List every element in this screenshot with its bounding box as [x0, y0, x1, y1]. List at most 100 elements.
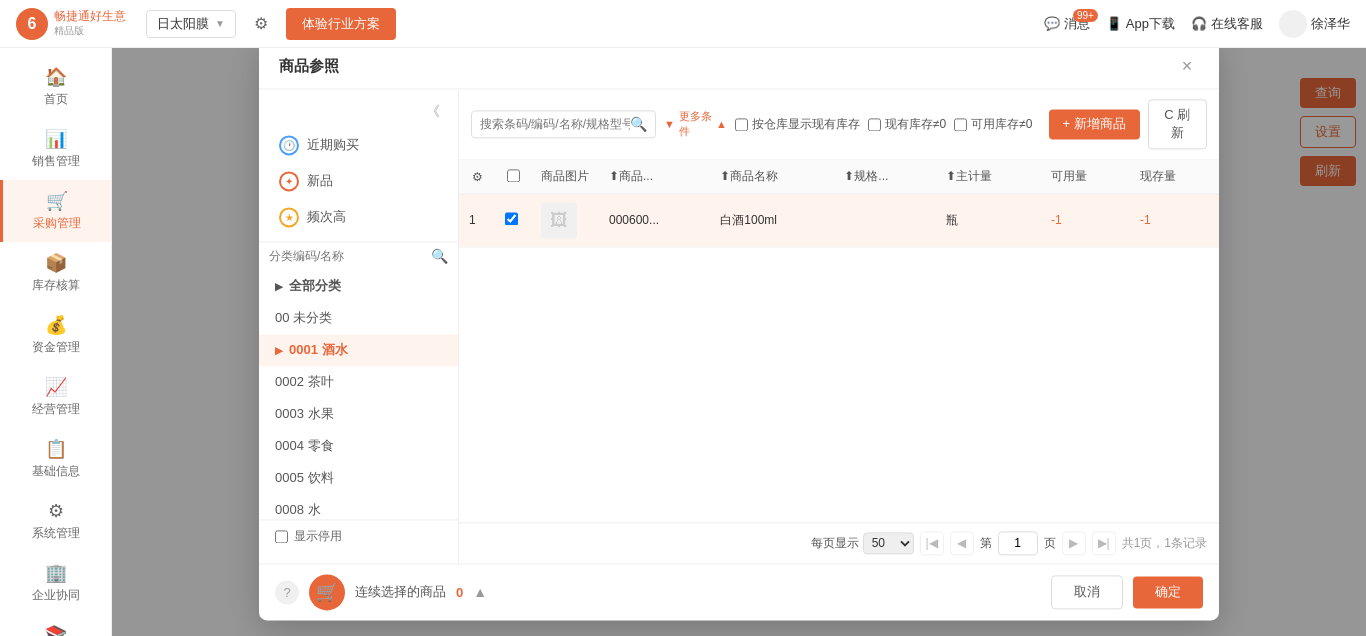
sidebar-item-inventory[interactable]: 📦 库存核算 [0, 242, 111, 304]
message-icon: 💬 [1044, 16, 1060, 31]
cart-button[interactable]: 🛒 [309, 574, 345, 610]
th-settings[interactable]: ⚙ [459, 160, 495, 194]
category-0005[interactable]: 0005 饮料 [259, 462, 458, 494]
headset-icon: 🎧 [1191, 16, 1207, 31]
online-service-button[interactable]: 🎧 在线客服 [1191, 15, 1263, 33]
category-search: 🔍 [259, 242, 458, 270]
settings-icon[interactable]: ⚙ [246, 9, 276, 39]
top-nav: 6 畅捷通好生意 精品版 日太阳膜 ▼ ⚙ 体验行业方案 💬 消息 99+ 📱 … [0, 0, 1366, 48]
category-0002[interactable]: 0002 茶叶 [259, 366, 458, 398]
filter-collapse-icon: ▲ [716, 118, 727, 130]
available-gt0-input[interactable] [954, 118, 967, 131]
product-search-input[interactable] [480, 117, 630, 131]
next-page-button[interactable]: ▶ [1062, 531, 1086, 555]
first-page-button[interactable]: |◀ [920, 531, 944, 555]
logo-area: 6 畅捷通好生意 精品版 [16, 8, 126, 40]
user-profile[interactable]: 徐泽华 [1279, 10, 1350, 38]
active-expand-icon: ▶ [275, 345, 283, 356]
row-code: 000600... [599, 194, 710, 247]
cancel-button[interactable]: 取消 [1051, 575, 1123, 609]
last-page-button[interactable]: ▶| [1092, 531, 1116, 555]
th-available: 可用量 [1041, 160, 1130, 194]
content-area: 查询 设置 刷新 商品参照 × 《 [112, 48, 1366, 636]
sidebar-item-finance[interactable]: 💰 资金管理 [0, 304, 111, 366]
show-stock-input[interactable] [735, 118, 748, 131]
page-input[interactable] [998, 531, 1038, 555]
footer-collapse-icon[interactable]: ▲ [473, 584, 487, 600]
messages-button[interactable]: 💬 消息 99+ [1044, 15, 1090, 33]
help-button[interactable]: ? [275, 580, 299, 604]
category-0008[interactable]: 0008 水 [259, 494, 458, 519]
right-panel: 🔍 ▼ 更多条件 ▲ 按仓库显示现有库存 [459, 89, 1219, 563]
show-stock-checkbox[interactable]: 按仓库显示现有库存 [735, 116, 860, 133]
sidebar-item-sales[interactable]: 📊 销售管理 [0, 118, 111, 180]
dialog-header: 商品参照 × [259, 48, 1219, 89]
sidebar-item-guide[interactable]: 📚 新手引导 [0, 614, 111, 636]
base-icon: 📋 [45, 438, 67, 460]
refresh-button[interactable]: C 刷新 [1148, 99, 1207, 149]
trial-button[interactable]: 体验行业方案 [286, 8, 396, 40]
sidebar-item-home[interactable]: 🏠 首页 [0, 56, 111, 118]
left-panel: 《 🕐 近期购买 ✦ 新品 ★ 频次高 [259, 89, 459, 563]
category-0001[interactable]: ▶ 0001 酒水 [259, 334, 458, 366]
category-search-input[interactable] [269, 249, 427, 263]
th-unit[interactable]: ⬆主计量 [936, 160, 1041, 194]
th-check [495, 160, 531, 194]
quick-recent[interactable]: 🕐 近期购买 [269, 129, 448, 161]
search-icon[interactable]: 🔍 [630, 116, 647, 132]
sidebar: 🏠 首页 📊 销售管理 🛒 采购管理 📦 库存核算 💰 资金管理 📈 经营管理 … [0, 48, 112, 636]
category-0003[interactable]: 0003 水果 [259, 398, 458, 430]
show-disabled-input[interactable] [275, 530, 288, 543]
prev-page-button[interactable]: ◀ [950, 531, 974, 555]
th-img: 商品图片 [531, 160, 599, 194]
page-size-dropdown[interactable]: 50 10 20 100 [863, 532, 914, 554]
close-button[interactable]: × [1175, 54, 1199, 78]
guide-icon: 📚 [45, 624, 67, 636]
row-name: 白酒100ml [710, 194, 834, 247]
available-ne0-checkbox[interactable]: 现有库存≠0 [868, 116, 946, 133]
product-image: 🖼 [541, 202, 577, 238]
th-spec[interactable]: ⬆规格... [834, 160, 936, 194]
quick-actions: 《 🕐 近期购买 ✦ 新品 ★ 频次高 [259, 99, 458, 242]
selected-label: 连续选择的商品 [355, 583, 446, 601]
sidebar-item-system[interactable]: ⚙ 系统管理 [0, 490, 111, 552]
home-icon: 🏠 [45, 66, 67, 88]
row-spec [834, 194, 936, 247]
sidebar-item-base[interactable]: 📋 基础信息 [0, 428, 111, 490]
app-download-button[interactable]: 📱 App下载 [1106, 15, 1175, 33]
row-check[interactable] [495, 194, 531, 247]
th-code[interactable]: ⬆商品... [599, 160, 710, 194]
nav-right: 💬 消息 99+ 📱 App下载 🎧 在线客服 徐泽华 [1044, 10, 1350, 38]
category-all[interactable]: ▶ 全部分类 [259, 270, 458, 302]
product-table-wrap: ⚙ 商品图片 ⬆商品... ⬆商品名称 [459, 160, 1219, 522]
sidebar-item-enterprise[interactable]: 🏢 企业协同 [0, 552, 111, 614]
available-ne0-input[interactable] [868, 118, 881, 131]
category-00[interactable]: 00 未分类 [259, 302, 458, 334]
select-all-checkbox[interactable] [507, 169, 520, 182]
confirm-button[interactable]: 确定 [1133, 576, 1203, 608]
sidebar-item-purchase[interactable]: 🛒 采购管理 [0, 180, 111, 242]
th-name[interactable]: ⬆商品名称 [710, 160, 834, 194]
row-num: 1 [459, 194, 495, 247]
category-0004[interactable]: 0004 零食 [259, 430, 458, 462]
new-icon: ✦ [279, 171, 299, 191]
category-search-icon[interactable]: 🔍 [431, 248, 448, 264]
quick-new[interactable]: ✦ 新品 [269, 165, 448, 197]
product-table: ⚙ 商品图片 ⬆商品... ⬆商品名称 [459, 160, 1219, 247]
quick-frequent[interactable]: ★ 频次高 [269, 201, 448, 233]
dialog-body: 《 🕐 近期购买 ✦ 新品 ★ 频次高 [259, 89, 1219, 563]
store-selector[interactable]: 日太阳膜 ▼ [146, 10, 236, 38]
expand-icon: ▶ [275, 281, 283, 292]
message-badge: 99+ [1073, 9, 1098, 22]
inventory-icon: 📦 [45, 252, 67, 274]
show-disabled-checkbox[interactable]: 显示停用 [259, 519, 458, 553]
collapse-panel-button[interactable]: 《 [418, 99, 448, 125]
more-filter-button[interactable]: ▼ 更多条件 ▲ [664, 109, 727, 139]
available-gt0-checkbox[interactable]: 可用库存≠0 [954, 116, 1032, 133]
row-img: 🖼 [531, 194, 599, 247]
sidebar-item-business[interactable]: 📈 经营管理 [0, 366, 111, 428]
enterprise-icon: 🏢 [45, 562, 67, 584]
table-row[interactable]: 1 🖼 000600... 白酒100ml [459, 194, 1219, 247]
add-product-button[interactable]: + 新增商品 [1049, 109, 1140, 139]
row-checkbox[interactable] [505, 212, 518, 225]
